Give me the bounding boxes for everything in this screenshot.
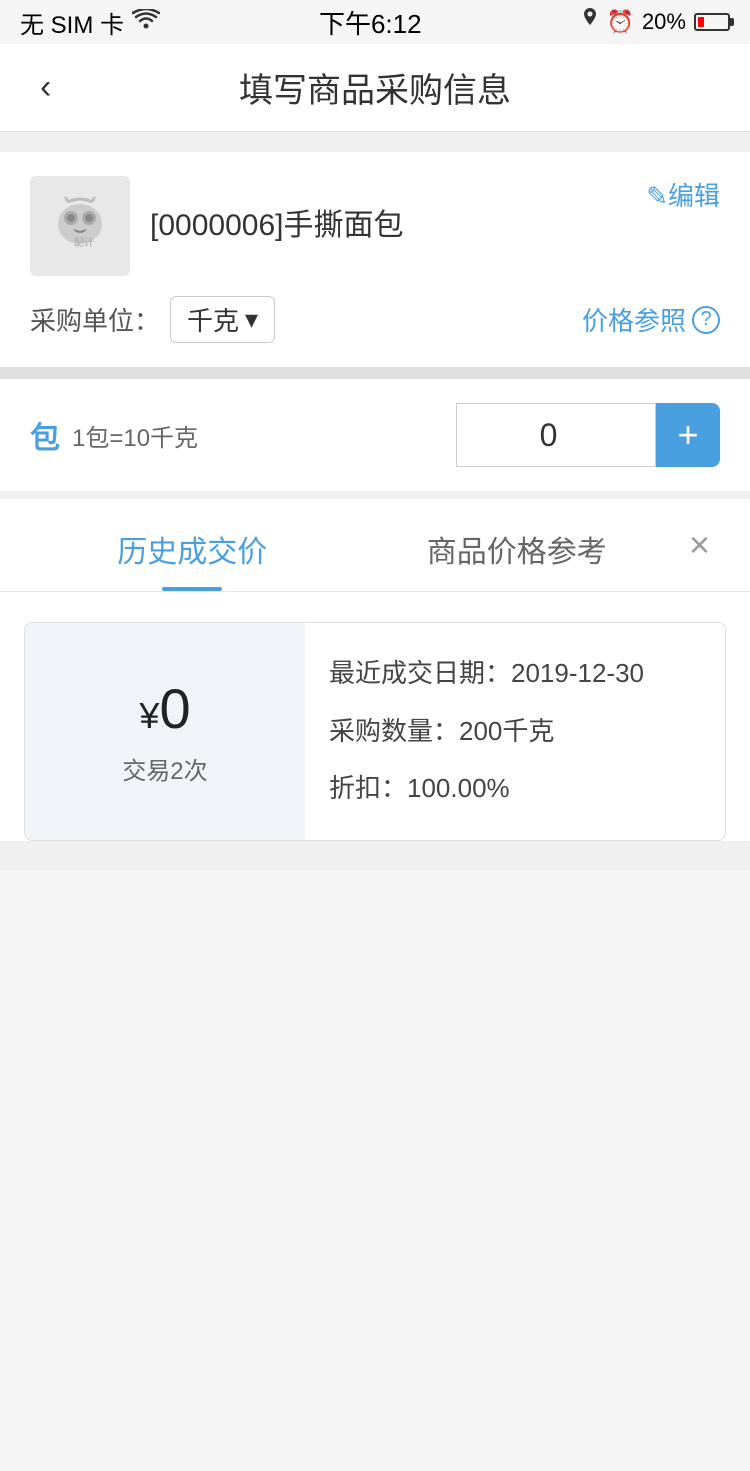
purchase-qty-row: 采购数量：200千克 bbox=[329, 711, 701, 753]
page-title: 填写商品采购信息 bbox=[239, 63, 511, 112]
status-right: ⏰ 20% bbox=[581, 8, 730, 36]
dropdown-arrow-icon: ▾ bbox=[245, 304, 258, 335]
close-tab-button[interactable]: × bbox=[679, 504, 720, 586]
product-name: [0000006]手撕面包 bbox=[150, 205, 403, 247]
wifi-icon bbox=[132, 8, 160, 36]
product-unit-row: 采购单位： 千克 ▾ 价格参照 ? bbox=[30, 296, 720, 343]
product-header: 配计 [0000006]手撕面包 ✎编辑 bbox=[30, 176, 720, 276]
unit-package-label: 包 bbox=[30, 413, 60, 457]
product-thumbnail: 配计 bbox=[30, 176, 130, 276]
question-icon: ? bbox=[692, 306, 720, 334]
history-details-section: 最近成交日期：2019-12-30 采购数量：200千克 折扣：100.00% bbox=[305, 623, 725, 840]
unit-selector[interactable]: 千克 ▾ bbox=[170, 296, 275, 343]
increment-button[interactable]: + bbox=[656, 403, 720, 467]
svg-text:配计: 配计 bbox=[74, 236, 94, 249]
section-divider bbox=[0, 367, 750, 379]
main-content-area bbox=[0, 871, 750, 1471]
history-card: ¥0 交易2次 最近成交日期：2019-12-30 采购数量：200千克 折扣：… bbox=[24, 622, 726, 841]
edit-button[interactable]: ✎编辑 bbox=[646, 176, 720, 213]
status-left: 无 SIM 卡 bbox=[20, 5, 160, 40]
discount-row: 折扣：100.00% bbox=[329, 768, 701, 810]
history-price-section: ¥0 交易2次 bbox=[25, 623, 305, 840]
price-ref-button[interactable]: 价格参照 ? bbox=[582, 301, 720, 338]
currency-symbol: ¥ bbox=[139, 695, 159, 736]
history-price-value: ¥0 bbox=[139, 676, 190, 741]
unit-conversion-text: 1包=10千克 bbox=[72, 418, 198, 453]
status-time: 下午6:12 bbox=[319, 4, 422, 41]
tab-product-price-ref[interactable]: 商品价格参考 bbox=[354, 499, 678, 591]
product-card: 配计 [0000006]手撕面包 ✎编辑 采购单位： 千克 ▾ 价格参照 ? bbox=[0, 152, 750, 367]
quantity-controls: + bbox=[456, 403, 720, 467]
tabs-header: 历史成交价 商品价格参考 × bbox=[0, 499, 750, 592]
recent-date-row: 最近成交日期：2019-12-30 bbox=[329, 653, 701, 695]
nav-bar: ‹ 填写商品采购信息 bbox=[0, 44, 750, 132]
location-icon bbox=[581, 8, 599, 36]
quantity-row: 包 1包=10千克 + bbox=[0, 379, 750, 491]
back-button[interactable]: ‹ bbox=[30, 58, 61, 117]
product-left: 配计 [0000006]手撕面包 bbox=[30, 176, 403, 276]
carrier-text: 无 SIM 卡 bbox=[20, 5, 124, 40]
battery-percent: 20% bbox=[642, 9, 686, 35]
status-bar: 无 SIM 卡 下午6:12 ⏰ 20% bbox=[0, 0, 750, 44]
unit-label: 采购单位： 千克 ▾ bbox=[30, 296, 275, 343]
tabs-panel: 历史成交价 商品价格参考 × ¥0 交易2次 最近成交日期：2019-12-30… bbox=[0, 499, 750, 841]
trade-count: 交易2次 bbox=[122, 751, 207, 786]
quantity-input[interactable] bbox=[456, 403, 656, 467]
battery-icon bbox=[694, 13, 730, 31]
alarm-icon: ⏰ bbox=[607, 9, 634, 35]
quantity-label: 包 1包=10千克 bbox=[30, 413, 198, 457]
product-image-placeholder: 配计 bbox=[48, 188, 112, 264]
tab-history-price[interactable]: 历史成交价 bbox=[30, 499, 354, 591]
